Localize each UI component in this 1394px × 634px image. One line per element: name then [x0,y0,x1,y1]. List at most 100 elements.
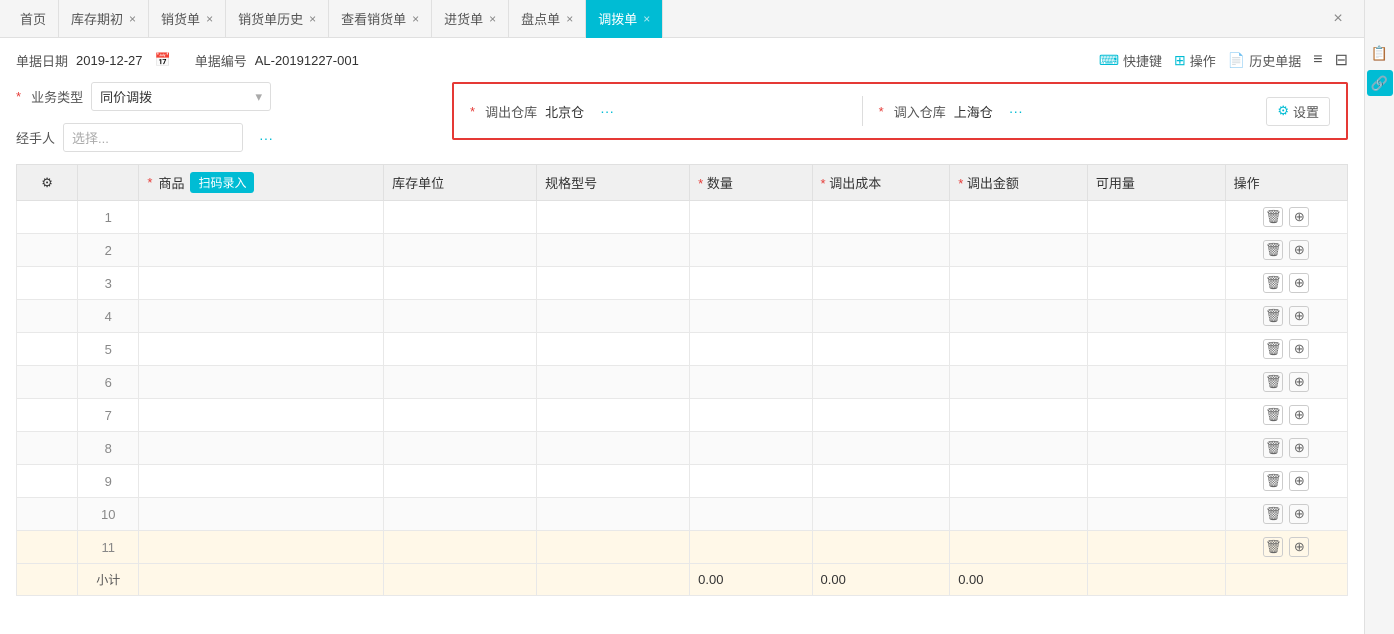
tab-transfer[interactable]: 调拨单 × [586,0,663,38]
copy-icon[interactable]: ⊕ [1289,273,1309,293]
sidebar-list-icon[interactable]: 📋 [1367,40,1393,66]
copy-icon[interactable]: ⊕ [1289,405,1309,425]
delete-icon[interactable]: 🗑 [1263,405,1283,425]
copy-icon[interactable]: ⊕ [1289,207,1309,227]
table-cell[interactable] [139,234,384,267]
table-cell[interactable] [690,498,812,531]
sidebar-link-icon[interactable]: 🔗 [1367,70,1393,96]
table-cell[interactable] [812,432,950,465]
tab-view-sales[interactable]: 查看销货单 × [329,0,432,38]
delete-icon[interactable]: 🗑 [1263,273,1283,293]
table-cell[interactable] [812,234,950,267]
table-cell[interactable] [690,366,812,399]
copy-icon[interactable]: ⊕ [1289,438,1309,458]
table-cell[interactable] [812,498,950,531]
table-cell[interactable] [690,234,812,267]
tab-sales-order[interactable]: 销货单 × [149,0,226,38]
table-cell[interactable] [812,333,950,366]
table-cell[interactable] [139,498,384,531]
delete-icon[interactable]: 🗑 [1263,372,1283,392]
table-cell[interactable] [950,498,1088,531]
table-cell[interactable] [812,201,950,234]
transfer-out-more-button[interactable]: ··· [600,103,614,119]
table-cell[interactable] [139,333,384,366]
table-cell[interactable] [690,333,812,366]
table-cell[interactable] [139,267,384,300]
tab-home[interactable]: 首页 [8,0,59,38]
form-section: * 业务类型 同价调拨 ▾ 经手人 选择... ··· [16,82,1348,152]
delete-icon[interactable]: 🗑 [1263,306,1283,326]
table-cell[interactable] [950,333,1088,366]
delete-icon[interactable]: 🗑 [1263,471,1283,491]
layout-btn-1[interactable]: ≡ [1313,51,1322,69]
window-close-button[interactable]: × [1320,1,1356,37]
delete-icon[interactable]: 🗑 [1263,207,1283,227]
table-cell[interactable] [950,300,1088,333]
copy-icon[interactable]: ⊕ [1289,504,1309,524]
copy-icon[interactable]: ⊕ [1289,471,1309,491]
table-cell[interactable] [690,432,812,465]
close-icon[interactable]: × [566,12,573,26]
table-cell[interactable] [690,465,812,498]
table-cell[interactable] [690,201,812,234]
table-cell[interactable] [812,366,950,399]
table-cell[interactable] [812,300,950,333]
th-amount: * 调出金额 [950,165,1088,201]
table-cell[interactable] [950,234,1088,267]
close-icon[interactable]: × [643,12,650,26]
table-cell[interactable] [950,267,1088,300]
scan-button[interactable]: 扫码录入 [190,172,254,193]
copy-icon[interactable]: ⊕ [1289,339,1309,359]
table-cell[interactable] [139,465,384,498]
table-cell[interactable] [950,432,1088,465]
table-cell[interactable] [812,465,950,498]
copy-icon[interactable]: ⊕ [1289,537,1309,557]
layout-btn-2[interactable]: ⊟ [1335,50,1348,70]
delete-icon[interactable]: 🗑 [1263,537,1283,557]
delete-icon[interactable]: 🗑 [1263,438,1283,458]
handler-more-button[interactable]: ··· [259,130,273,146]
table-cell[interactable] [139,366,384,399]
table-cell [384,333,537,366]
tab-sales-history[interactable]: 销货单历史 × [226,0,329,38]
copy-icon[interactable]: ⊕ [1289,306,1309,326]
tab-inventory-init[interactable]: 库存期初 × [59,0,149,38]
table-cell [537,267,690,300]
table-cell[interactable] [812,399,950,432]
transfer-in-more-button[interactable]: ··· [1009,103,1023,119]
th-settings[interactable]: ⚙ [17,165,78,201]
handler-select[interactable]: 选择... [63,123,243,152]
table-cell[interactable] [139,399,384,432]
delete-icon[interactable]: 🗑 [1263,240,1283,260]
settings-button[interactable]: ⚙ 设置 [1266,97,1330,126]
close-icon[interactable]: × [489,12,496,26]
close-icon[interactable]: × [206,12,213,26]
shortcuts-button[interactable]: ⌨ 快捷键 [1099,51,1162,70]
table-cell[interactable] [139,300,384,333]
table-cell[interactable] [690,399,812,432]
table-cell: 🗑 ⊕ [1225,531,1347,564]
copy-icon[interactable]: ⊕ [1289,372,1309,392]
history-button[interactable]: 📄 历史单据 [1228,51,1301,70]
table-cell[interactable] [950,366,1088,399]
table-cell[interactable] [690,300,812,333]
table-cell[interactable] [812,267,950,300]
table-cell[interactable] [950,465,1088,498]
data-table: ⚙ * 商品 扫码录入 库存单位 [16,164,1348,596]
calendar-icon[interactable]: 📅 [155,52,171,68]
business-type-select[interactable]: 同价调拨 ▾ [91,82,271,111]
delete-icon[interactable]: 🗑 [1263,339,1283,359]
tab-stocktake[interactable]: 盘点单 × [509,0,586,38]
table-cell[interactable] [139,201,384,234]
close-icon[interactable]: × [129,12,136,26]
table-cell[interactable] [950,201,1088,234]
table-cell[interactable] [950,399,1088,432]
tab-purchase[interactable]: 进货单 × [432,0,509,38]
table-cell[interactable] [139,432,384,465]
close-icon[interactable]: × [412,12,419,26]
table-cell[interactable] [690,267,812,300]
delete-icon[interactable]: 🗑 [1263,504,1283,524]
operations-button[interactable]: ⊞ 操作 [1174,51,1216,70]
close-icon[interactable]: × [309,12,316,26]
copy-icon[interactable]: ⊕ [1289,240,1309,260]
